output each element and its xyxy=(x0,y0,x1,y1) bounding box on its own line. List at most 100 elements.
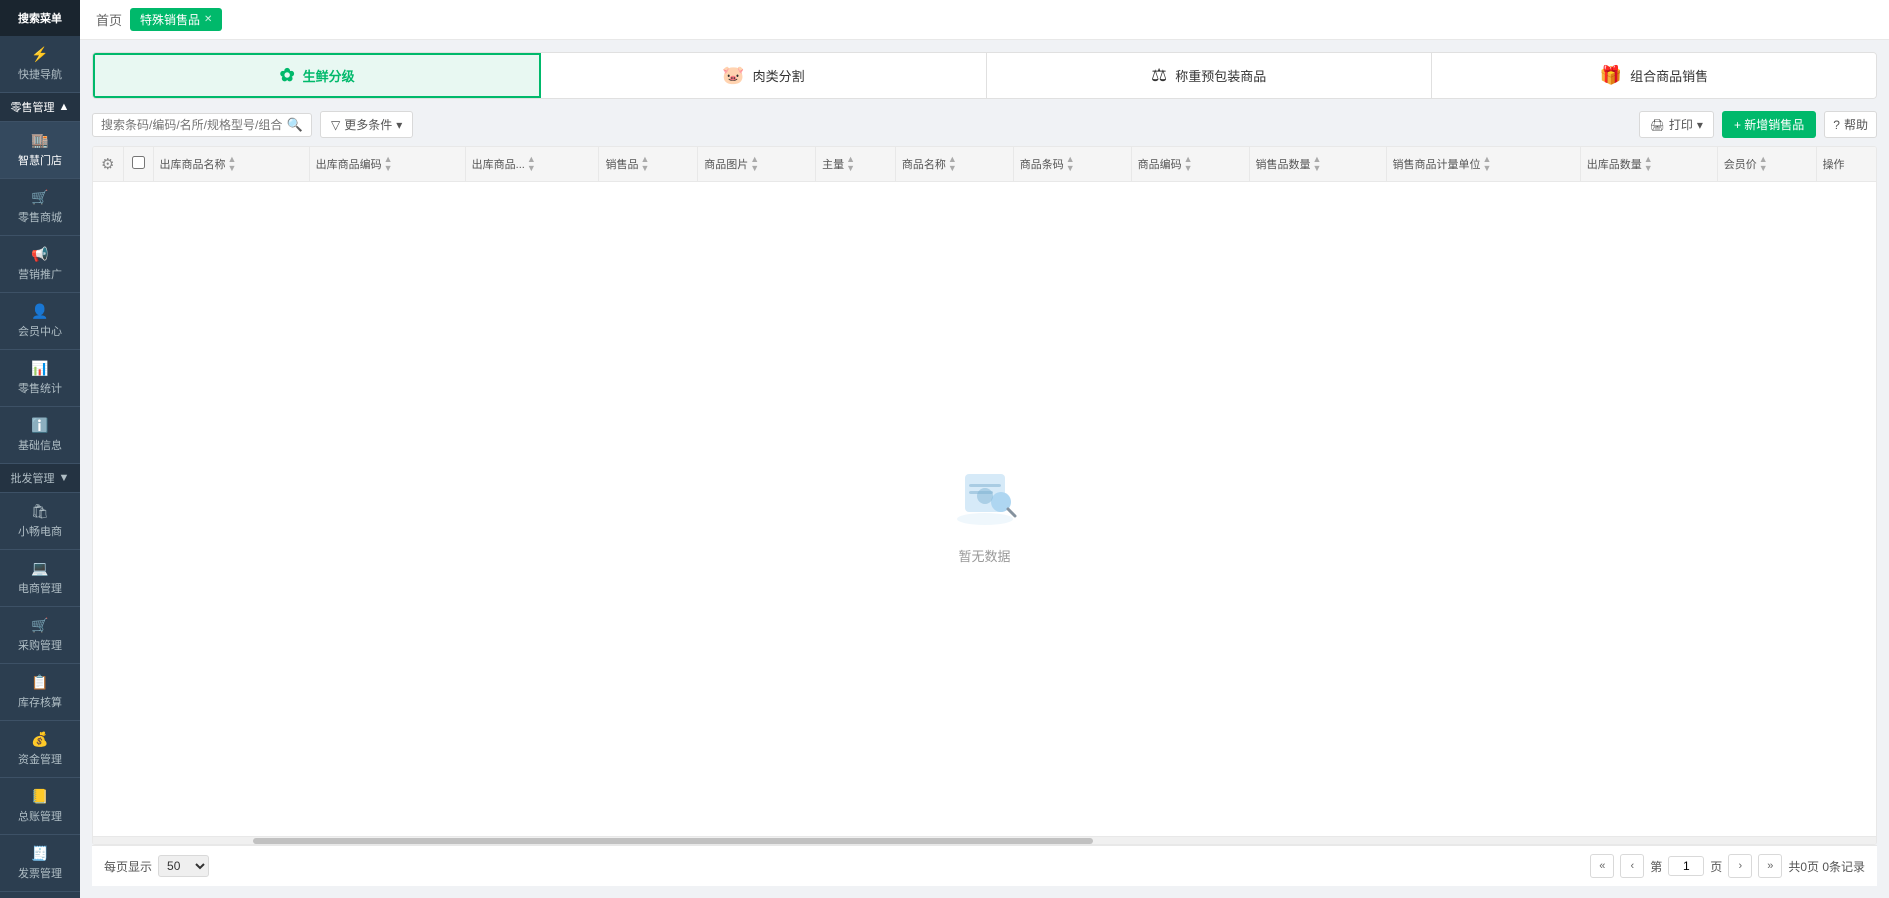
filter-icon: ▽ xyxy=(331,118,340,132)
invoice-mgmt-icon: 🧾 xyxy=(31,845,48,862)
weighed-packaging-icon: ⚖ xyxy=(1151,65,1167,86)
combo-products-label: 组合商品销售 xyxy=(1630,66,1708,85)
sort-arrows: ▲▼ xyxy=(1644,155,1653,173)
sales-promo-icon: 📢 xyxy=(31,246,48,263)
last-page-button[interactable]: » xyxy=(1758,854,1782,878)
sidebar-item-sales-promo[interactable]: 📢 营销推广 xyxy=(0,236,80,293)
ledger-mgmt-icon: 📒 xyxy=(31,788,48,805)
retail-mgmt-chevron: ▲ xyxy=(59,101,70,113)
pagination-right: « ‹ 第 页 › » 共0页 0条记录 xyxy=(1590,854,1865,878)
sidebar-item-retail-mall[interactable]: 🛒 零售商城 xyxy=(0,179,80,236)
col-main-quantity[interactable]: 主量 ▲▼ xyxy=(816,147,896,182)
col-product-name[interactable]: 商品名称 ▲▼ xyxy=(895,147,1013,182)
col-outlet-qty[interactable]: 出库品数量 ▲▼ xyxy=(1580,147,1717,182)
col-outlet-name[interactable]: 出库商品名称 ▲▼ xyxy=(153,147,309,182)
prev-page-button[interactable]: ‹ xyxy=(1620,854,1644,878)
col-sales-qty[interactable]: 销售品数量 ▲▼ xyxy=(1249,147,1386,182)
sidebar-section-retail[interactable]: 零售管理 ▲ xyxy=(0,93,80,122)
select-all-checkbox[interactable] xyxy=(132,156,145,169)
col-outlet-spec[interactable]: 出库商品... ▲▼ xyxy=(465,147,599,182)
col-sales-unit[interactable]: 销售商品计量单位 ▲▼ xyxy=(1386,147,1580,182)
add-sales-product-button[interactable]: + 新增销售品 xyxy=(1722,111,1816,138)
per-page-label: 每页显示 xyxy=(104,858,152,875)
purchase-mgmt-icon: 🛒 xyxy=(31,617,48,634)
tab-weighed-packaging[interactable]: ⚖ 称重预包装商品 xyxy=(987,53,1432,98)
page-input[interactable] xyxy=(1668,856,1704,876)
col-product-image[interactable]: 商品图片 ▲▼ xyxy=(698,147,816,182)
sidebar-item-tax-mgmt[interactable]: 📑 税务管理 xyxy=(0,892,80,898)
sort-arrows: ▲▼ xyxy=(1184,155,1193,173)
basic-info-icon: ℹ️ xyxy=(31,417,48,434)
pagination-left: 每页显示 50 10 20 100 xyxy=(104,855,209,877)
wholesale-label: 批发管理 xyxy=(11,470,55,486)
horizontal-scrollbar[interactable] xyxy=(93,836,1876,844)
retail-mall-icon: 🛒 xyxy=(31,189,48,206)
meat-cutting-icon: 🐷 xyxy=(722,65,744,86)
mini-ecommerce-icon: 🛍 xyxy=(31,503,49,520)
col-barcode[interactable]: 商品条码 ▲▼ xyxy=(1013,147,1131,182)
col-sales-item[interactable]: 销售品 ▲▼ xyxy=(599,147,698,182)
print-label: 打印 xyxy=(1669,116,1693,133)
sidebar-item-mini-ecommerce[interactable]: 🛍 小畅电商 xyxy=(0,493,80,550)
sidebar-section-wholesale[interactable]: 批发管理 ▼ xyxy=(0,464,80,493)
sort-arrows: ▲▼ xyxy=(1759,155,1768,173)
column-settings-icon[interactable]: ⚙ xyxy=(101,156,114,173)
fund-mgmt-icon: 💰 xyxy=(31,731,48,748)
sidebar-item-label: 快捷导航 xyxy=(18,66,62,82)
tab-fresh-grading[interactable]: ✿ 生鲜分级 xyxy=(93,53,541,98)
print-icon: 🖨 xyxy=(1650,118,1665,132)
first-page-button[interactable]: « xyxy=(1590,854,1614,878)
sidebar-item-fund-mgmt[interactable]: 💰 资金管理 xyxy=(0,721,80,778)
quick-nav-icon: ⚡ xyxy=(31,46,48,63)
sidebar: 搜索菜单 ⚡ 快捷导航 零售管理 ▲ 🏬 智慧门店 🛒 零售商城 📢 营销推广 … xyxy=(0,0,80,898)
breadcrumb-home[interactable]: 首页 xyxy=(96,10,122,29)
sidebar-item-quick-nav[interactable]: ⚡ 快捷导航 xyxy=(0,36,80,93)
close-tab-icon[interactable]: ✕ xyxy=(204,14,212,25)
tab-combo-products[interactable]: 🎁 组合商品销售 xyxy=(1432,53,1876,98)
col-outlet-code[interactable]: 出库商品编码 ▲▼ xyxy=(309,147,465,182)
sort-arrows: ▲▼ xyxy=(1483,155,1492,173)
sort-arrows: ▲▼ xyxy=(640,155,649,173)
sidebar-item-inventory-check[interactable]: 📋 库存核算 xyxy=(0,664,80,721)
next-page-button[interactable]: › xyxy=(1728,854,1752,878)
sidebar-item-member-center[interactable]: 👤 会员中心 xyxy=(0,293,80,350)
col-checkbox[interactable] xyxy=(123,147,153,182)
col-product-code[interactable]: 商品编码 ▲▼ xyxy=(1131,147,1249,182)
breadcrumb-current-tab[interactable]: 特殊销售品 ✕ xyxy=(130,8,222,31)
search-icon[interactable]: 🔍 xyxy=(287,117,303,133)
meat-cutting-label: 肉类分割 xyxy=(753,66,805,85)
col-member-price[interactable]: 会员价 ▲▼ xyxy=(1717,147,1816,182)
search-box[interactable]: 🔍 xyxy=(92,113,312,137)
sidebar-item-smart-store[interactable]: 🏬 智慧门店 xyxy=(0,122,80,179)
toolbar-left: 🔍 ▽ 更多条件 ▾ xyxy=(92,111,413,138)
sort-arrows: ▲▼ xyxy=(1313,155,1322,173)
sidebar-item-purchase-mgmt[interactable]: 🛒 采购管理 xyxy=(0,607,80,664)
main-area: 首页 特殊销售品 ✕ ✿ 生鲜分级 🐷 肉类分割 ⚖ 称重预包装商品 🎁 组合商… xyxy=(80,0,1889,898)
page-size-select[interactable]: 50 10 20 100 xyxy=(158,855,209,877)
search-input[interactable] xyxy=(101,118,287,132)
print-button[interactable]: 🖨 打印 ▾ xyxy=(1639,111,1714,138)
col-settings[interactable]: ⚙ xyxy=(93,147,123,182)
filter-button[interactable]: ▽ 更多条件 ▾ xyxy=(320,111,413,138)
filter-chevron-icon: ▾ xyxy=(396,118,402,132)
sort-arrows: ▲▼ xyxy=(846,155,855,173)
sidebar-item-retail-stats[interactable]: 📊 零售统计 xyxy=(0,350,80,407)
data-table-container: ⚙ 出库商品名称 ▲▼ 出库 xyxy=(92,146,1877,845)
wholesale-chevron: ▼ xyxy=(59,472,70,484)
sidebar-item-ledger-mgmt[interactable]: 📒 总账管理 xyxy=(0,778,80,835)
sidebar-item-ecommerce-mgmt[interactable]: 💻 电商管理 xyxy=(0,550,80,607)
tab-meat-cutting[interactable]: 🐷 肉类分割 xyxy=(541,53,986,98)
add-label: + 新增销售品 xyxy=(1734,116,1804,133)
current-tab-label: 特殊销售品 xyxy=(140,11,200,28)
weighed-packaging-label: 称重预包装商品 xyxy=(1175,66,1266,85)
scroll-thumb[interactable] xyxy=(253,838,1093,844)
ecommerce-mgmt-icon: 💻 xyxy=(31,560,48,577)
sort-arrows: ▲▼ xyxy=(1066,155,1075,173)
content-area: ✿ 生鲜分级 🐷 肉类分割 ⚖ 称重预包装商品 🎁 组合商品销售 🔍 xyxy=(80,40,1889,898)
sidebar-item-basic-info[interactable]: ℹ️ 基础信息 xyxy=(0,407,80,464)
sidebar-item-invoice-mgmt[interactable]: 🧾 发票管理 xyxy=(0,835,80,892)
inventory-check-icon: 📋 xyxy=(31,674,48,691)
help-button[interactable]: ? 帮助 xyxy=(1824,111,1877,138)
empty-state: 暂无数据 xyxy=(93,182,1876,836)
member-center-icon: 👤 xyxy=(31,303,48,320)
